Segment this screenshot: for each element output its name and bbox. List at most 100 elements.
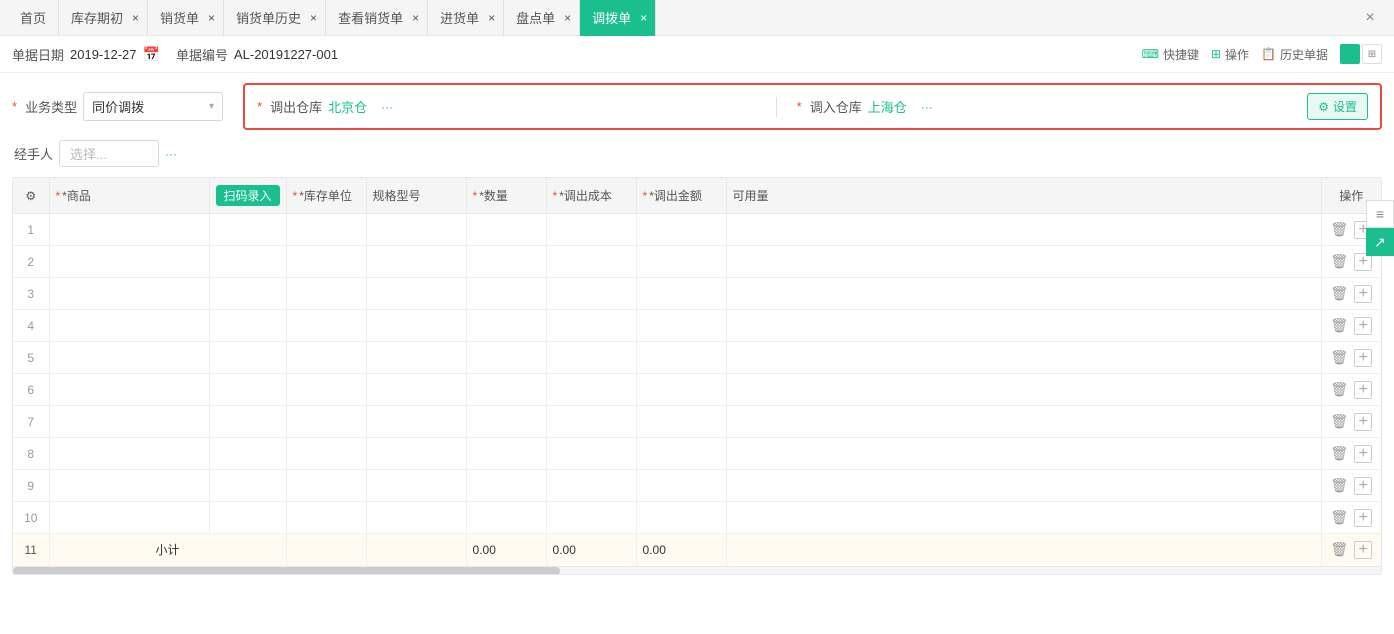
history-button[interactable]: 📋 历史单据 — [1261, 46, 1328, 63]
tab-purchase-order[interactable]: 进货单 × — [428, 0, 504, 36]
scrollbar-thumb[interactable] — [13, 567, 560, 575]
qty-cell[interactable] — [466, 310, 546, 342]
amount-cell[interactable] — [636, 246, 726, 278]
subtotal-copy-icon[interactable]: + — [1354, 541, 1372, 559]
tab-home[interactable]: 首页 — [8, 0, 59, 36]
amount-cell[interactable] — [636, 214, 726, 246]
operation-button[interactable]: ⊞ 操作 — [1211, 46, 1249, 63]
tab-view-sales[interactable]: 查看销货单 × — [326, 0, 428, 36]
subtotal-delete-icon[interactable]: 🗑 — [1330, 541, 1348, 558]
tab-purchase-order-close[interactable]: × — [488, 11, 495, 25]
cost-cell[interactable] — [546, 342, 636, 374]
goods-cell[interactable] — [49, 438, 209, 470]
unit-cell[interactable] — [286, 470, 366, 502]
th-settings[interactable]: ⚙ — [13, 178, 49, 214]
tab-view-sales-close[interactable]: × — [412, 11, 419, 25]
unit-cell[interactable] — [286, 214, 366, 246]
goods-cell[interactable] — [49, 342, 209, 374]
cost-cell[interactable] — [546, 406, 636, 438]
delete-icon[interactable]: 🗑 — [1330, 413, 1348, 430]
qty-cell[interactable] — [466, 438, 546, 470]
tab-sales-history[interactable]: 销货单历史 × — [224, 0, 326, 36]
copy-icon[interactable]: + — [1354, 317, 1372, 335]
copy-icon[interactable]: + — [1354, 445, 1372, 463]
delete-icon[interactable]: 🗑 — [1330, 445, 1348, 462]
unit-cell[interactable] — [286, 310, 366, 342]
tab-sales-history-close[interactable]: × — [310, 11, 317, 25]
goods-cell[interactable] — [49, 310, 209, 342]
delete-icon[interactable]: 🗑 — [1330, 477, 1348, 494]
copy-icon[interactable]: + — [1354, 509, 1372, 527]
unit-cell[interactable] — [286, 406, 366, 438]
spec-cell[interactable] — [366, 342, 466, 374]
goods-cell[interactable] — [49, 246, 209, 278]
cost-cell[interactable] — [546, 438, 636, 470]
qty-cell[interactable] — [466, 374, 546, 406]
cost-cell[interactable] — [546, 310, 636, 342]
goods-cell[interactable] — [49, 374, 209, 406]
qty-cell[interactable] — [466, 502, 546, 534]
amount-cell[interactable] — [636, 278, 726, 310]
amount-cell[interactable] — [636, 438, 726, 470]
cost-cell[interactable] — [546, 214, 636, 246]
qty-cell[interactable] — [466, 470, 546, 502]
goods-cell[interactable] — [49, 278, 209, 310]
tab-sales-order-close[interactable]: × — [208, 11, 215, 25]
window-close-button[interactable]: × — [1354, 2, 1386, 34]
agent-more[interactable]: ··· — [165, 147, 177, 161]
right-panel-export-btn[interactable]: ↗ — [1366, 228, 1394, 256]
cost-cell[interactable] — [546, 278, 636, 310]
right-panel-list-btn[interactable]: ≡ — [1366, 200, 1394, 228]
layout-grid-btn[interactable]: ⊞ — [1362, 44, 1382, 64]
delete-icon[interactable]: 🗑 — [1330, 253, 1348, 270]
spec-cell[interactable] — [366, 438, 466, 470]
qty-cell[interactable] — [466, 214, 546, 246]
amount-cell[interactable] — [636, 406, 726, 438]
in-warehouse-more[interactable]: ··· — [921, 100, 933, 114]
tab-inventory-check-close[interactable]: × — [564, 11, 571, 25]
goods-cell[interactable] — [49, 406, 209, 438]
unit-cell[interactable] — [286, 278, 366, 310]
layout-list-btn[interactable] — [1340, 44, 1360, 64]
delete-icon[interactable]: 🗑 — [1330, 381, 1348, 398]
copy-icon[interactable]: + — [1354, 381, 1372, 399]
cost-cell[interactable] — [546, 246, 636, 278]
goods-cell[interactable] — [49, 502, 209, 534]
date-value[interactable]: 2019-12-27 — [70, 47, 137, 62]
cost-cell[interactable] — [546, 374, 636, 406]
unit-cell[interactable] — [286, 246, 366, 278]
delete-icon[interactable]: 🗑 — [1330, 509, 1348, 526]
spec-cell[interactable] — [366, 278, 466, 310]
tab-transfer-order-close[interactable]: × — [640, 11, 647, 25]
agent-select[interactable]: 选择... — [59, 140, 159, 167]
copy-icon[interactable]: + — [1354, 477, 1372, 495]
spec-cell[interactable] — [366, 406, 466, 438]
delete-icon[interactable]: 🗑 — [1330, 285, 1348, 302]
shortcut-button[interactable]: ⌨ 快捷键 — [1142, 46, 1199, 63]
amount-cell[interactable] — [636, 310, 726, 342]
table-settings-icon[interactable]: ⚙ — [25, 189, 36, 203]
in-warehouse-value[interactable]: 上海仓 — [868, 97, 907, 116]
qty-cell[interactable] — [466, 246, 546, 278]
unit-cell[interactable] — [286, 374, 366, 406]
qty-cell[interactable] — [466, 278, 546, 310]
unit-cell[interactable] — [286, 342, 366, 374]
goods-cell[interactable] — [49, 214, 209, 246]
unit-cell[interactable] — [286, 438, 366, 470]
tab-inventory-init-close[interactable]: × — [132, 11, 139, 25]
tab-inventory-init[interactable]: 库存期初 × — [59, 0, 148, 36]
cost-cell[interactable] — [546, 470, 636, 502]
horizontal-scrollbar[interactable] — [13, 566, 1381, 574]
spec-cell[interactable] — [366, 246, 466, 278]
tab-inventory-check[interactable]: 盘点单 × — [504, 0, 580, 36]
delete-icon[interactable]: 🗑 — [1330, 221, 1348, 238]
copy-icon[interactable]: + — [1354, 349, 1372, 367]
cost-cell[interactable] — [546, 502, 636, 534]
amount-cell[interactable] — [636, 374, 726, 406]
amount-cell[interactable] — [636, 470, 726, 502]
calendar-icon[interactable]: 📅 — [143, 46, 160, 63]
out-warehouse-more[interactable]: ··· — [381, 100, 393, 114]
spec-cell[interactable] — [366, 310, 466, 342]
scan-button[interactable]: 扫码录入 — [216, 185, 280, 206]
goods-cell[interactable] — [49, 470, 209, 502]
